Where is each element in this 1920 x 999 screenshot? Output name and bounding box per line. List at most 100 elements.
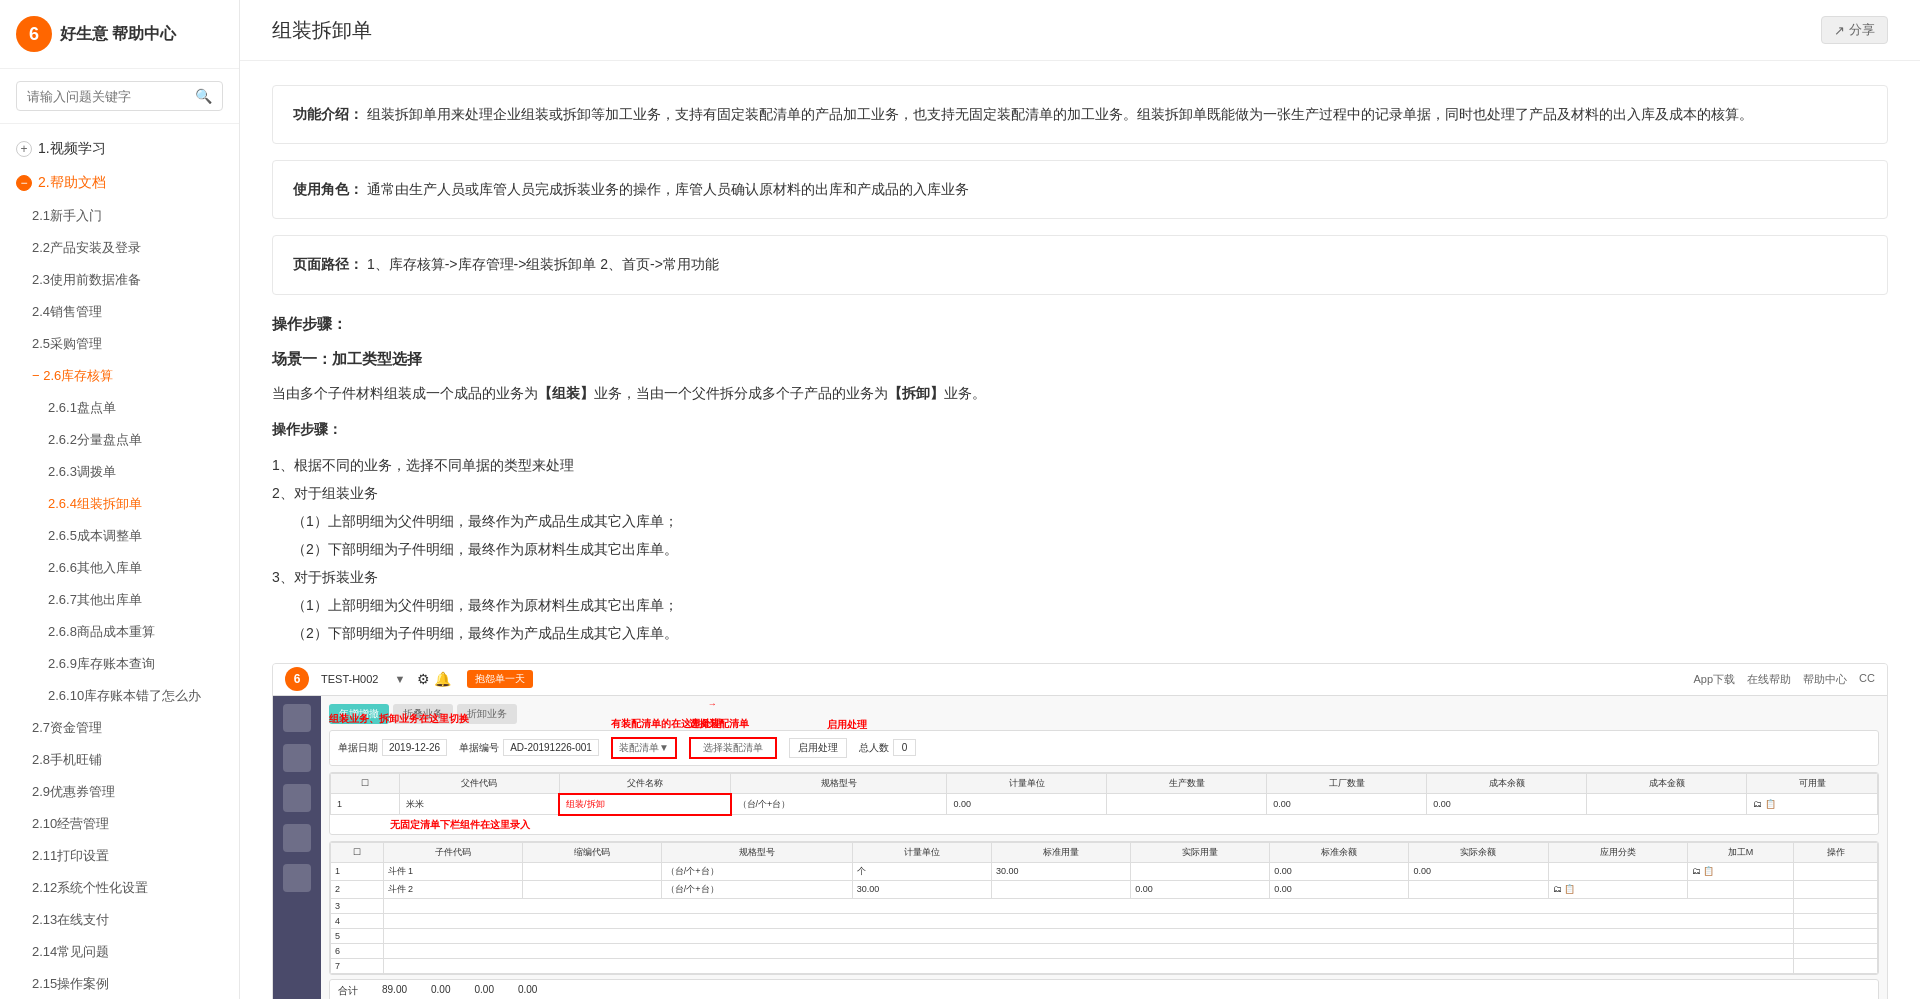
sidebar-item-2-8[interactable]: 2.8手机旺铺 (32, 744, 239, 776)
table-row: 6 (331, 943, 1878, 958)
sidebar-item-2-6-9[interactable]: 2.6.9库存账本查询 (48, 648, 239, 680)
sidebar-item-2-6[interactable]: − 2.6库存核算 (32, 360, 239, 392)
sidebar-item-2-2[interactable]: 2.2产品安装及登录 (32, 232, 239, 264)
mock-btn[interactable]: 抱怨单一天 (467, 670, 533, 688)
sidebar-item-2-3[interactable]: 2.3使用前数据准备 (32, 264, 239, 296)
sidebar-item-docs-label: 2.帮助文档 (38, 174, 106, 192)
sidebar-item-2-13[interactable]: 2.13在线支付 (32, 904, 239, 936)
mock-bom-select[interactable]: 选择装配清单 (689, 737, 777, 759)
annotation-type-label: 组装业务、拆卸业务在这里切换 (329, 712, 469, 726)
step-3-sub: （1）上部明细为父件明细，最终作为原材料生成其它出库单； （2）下部明细为子件明… (272, 591, 1888, 647)
footer-val1: 89.00 (382, 984, 407, 998)
role-section: 使用角色： 通常由生产人员或库管人员完成拆装业务的操作，库管人员确认原材料的出库… (272, 160, 1888, 219)
search-icon[interactable]: 🔍 (195, 88, 212, 104)
sidebar-item-2-5[interactable]: 2.5采购管理 (32, 328, 239, 360)
sidebar-item-2-15[interactable]: 2.15操作案例 (32, 968, 239, 999)
mock-tabs-row: 年增增撤 折叠业务 折卸业务 (329, 704, 1879, 724)
mock-sidebar-icon-4 (283, 824, 311, 852)
sidebar-item-2-6-4[interactable]: 2.6.4组装拆卸单 (48, 488, 239, 520)
role-text: 通常由生产人员或库管人员完成拆装业务的操作，库管人员确认原材料的出库和产成品的入… (367, 181, 969, 197)
mock-top-bar: 6 TEST-H002 ▼ ⚙ 🔔 抱怨单一天 App下载 在线帮助 帮助中心 … (273, 664, 1887, 696)
footer-label: 合计 (338, 984, 358, 998)
sidebar-item-2-1[interactable]: 2.1新手入门 (32, 200, 239, 232)
intro-label: 功能介绍： (293, 106, 363, 122)
mock-icons: ⚙ 🔔 (417, 671, 451, 687)
annotation-sub-label: 无固定清单下栏组件在这里录入 (330, 816, 1878, 834)
date-value[interactable]: 2019-12-26 (382, 739, 447, 756)
sidebar-item-2-12[interactable]: 2.12系统个性化设置 (32, 872, 239, 904)
table-row: 5 (331, 928, 1878, 943)
table-row: 3 (331, 898, 1878, 913)
th-cost-amt: 成本金额 (1587, 773, 1747, 794)
sidebar: 6 好生意 帮助中心 🔍 + 1.视频学习 − 2.帮助文档 2.1新手入门 2… (0, 0, 240, 999)
step-3-2: （2）下部明细为子件明细，最终作为产成品生成其它入库单。 (292, 619, 1888, 647)
mock-upper-table: ☐ 父件代码 父件名称 规格型号 计量单位 生产数量 工厂数量 成本余额 成本金 (329, 772, 1879, 835)
mock-date-field: 单据日期 2019-12-26 (338, 739, 447, 756)
share-button[interactable]: ↗ 分享 (1821, 16, 1888, 44)
mock-footer: 合计 89.00 0.00 0.00 0.00 (329, 979, 1879, 999)
annotation-select-label: 选择装配清单 (689, 717, 749, 731)
sidebar-item-2-4[interactable]: 2.4销售管理 (32, 296, 239, 328)
sidebar-item-2-6-6[interactable]: 2.6.6其他入库单 (48, 552, 239, 584)
parent-table: ☐ 父件代码 父件名称 规格型号 计量单位 生产数量 工厂数量 成本余额 成本金 (330, 773, 1878, 816)
footer-val3: 0.00 (475, 984, 494, 998)
step-2-2: （2）下部明细为子件明细，最终作为原材料生成其它出库单。 (292, 535, 1888, 563)
label-2-3: 2.3使用前数据准备 (32, 272, 141, 287)
path-text: 1、库存核算->库存管理->组装拆卸单 2、首页->常用功能 (367, 256, 719, 272)
th-cost-balance: 成本余额 (1427, 773, 1587, 794)
mock-main-area: 年增增撤 折叠业务 折卸业务 组装业务、拆卸业务在这里切换 (321, 696, 1887, 999)
search-input[interactable] (27, 89, 195, 104)
mock-sidebar-icon-3 (283, 784, 311, 812)
table-row: 1 米米 组装/拆卸 （台/个+台） 0.00 0.00 (331, 794, 1878, 815)
th-checkbox: ☐ (331, 773, 400, 794)
table-row: 7 (331, 958, 1878, 973)
main-content: 组装拆卸单 ↗ 分享 功能介绍： 组装拆卸单用来处理企业组装或拆卸等加工业务，支… (240, 0, 1920, 999)
mock-enable-btn[interactable]: 启用处理 (789, 738, 847, 758)
mock-sidebar-icon-1 (283, 704, 311, 732)
label-2-6: 2.6库存核算 (43, 368, 113, 383)
mock-sidebar (273, 696, 321, 999)
label-2-2: 2.2产品安装及登录 (32, 240, 141, 255)
sidebar-item-2-10[interactable]: 2.10经营管理 (32, 808, 239, 840)
num-value[interactable]: AD-20191226-001 (503, 739, 599, 756)
mock-form-fields: 单据日期 2019-12-26 单据编号 AD-20191226-001 装配清… (329, 730, 1879, 766)
sidebar-item-video[interactable]: + 1.视频学习 (0, 132, 239, 166)
share-label: 分享 (1849, 21, 1875, 39)
label-2-5: 2.5采购管理 (32, 336, 102, 351)
sidebar-item-2-11[interactable]: 2.11打印设置 (32, 840, 239, 872)
logo-area: 6 好生意 帮助中心 (0, 0, 239, 69)
sidebar-item-2-6-2[interactable]: 2.6.2分量盘点单 (48, 424, 239, 456)
sidebar-item-2-6-8[interactable]: 2.6.8商品成本重算 (48, 616, 239, 648)
child-table-header: ☐ 子件代码 缩编代码 规格型号 计量单位 标准用量 实际用量 标准余额 实际余 (331, 842, 1878, 862)
th-qty: 生产数量 (1107, 773, 1267, 794)
sidebar-item-2-6-7[interactable]: 2.6.7其他出库单 (48, 584, 239, 616)
path-section: 页面路径： 1、库存核算->库存管理->组装拆卸单 2、首页->常用功能 (272, 235, 1888, 294)
step-2: 2、对于组装业务 (272, 479, 1888, 507)
scenario1-title: 场景一：加工类型选择 (272, 350, 1888, 369)
sidebar-item-2-6-10[interactable]: 2.6.10库存账本错了怎么办 (48, 680, 239, 712)
parent-table-body: 1 米米 组装/拆卸 （台/个+台） 0.00 0.00 (331, 794, 1878, 815)
num-count-value[interactable]: 0 (893, 739, 917, 756)
intro-section: 功能介绍： 组装拆卸单用来处理企业组装或拆卸等加工业务，支持有固定装配清单的产品… (272, 85, 1888, 144)
mock-logo: 6 (285, 667, 309, 691)
submenu-2-6: 2.6.1盘点单 2.6.2分量盘点单 2.6.3调拨单 2.6.4组装拆卸单 … (32, 392, 239, 712)
th-factory-qty: 工厂数量 (1267, 773, 1427, 794)
content-area: 功能介绍： 组装拆卸单用来处理企业组装或拆卸等加工业务，支持有固定装配清单的产品… (240, 61, 1920, 999)
page-header: 组装拆卸单 ↗ 分享 (240, 0, 1920, 61)
step-3-1: （1）上部明细为父件明细，最终作为原材料生成其它出库单； (292, 591, 1888, 619)
sidebar-item-2-6-3[interactable]: 2.6.3调拨单 (48, 456, 239, 488)
sidebar-item-2-14[interactable]: 2.14常见问题 (32, 936, 239, 968)
mock-num-field: 单据编号 AD-20191226-001 (459, 739, 599, 756)
th-parent-name: 父件名称 (559, 773, 730, 794)
sidebar-item-2-6-1[interactable]: 2.6.1盘点单 (48, 392, 239, 424)
sidebar-item-2-7[interactable]: 2.7资金管理 (32, 712, 239, 744)
sidebar-item-2-6-5[interactable]: 2.6.5成本调整单 (48, 520, 239, 552)
mock-bom-dropdown[interactable]: 装配清单▼ (611, 737, 677, 759)
mock-test-code: TEST-H002 (321, 673, 378, 685)
search-box[interactable]: 🔍 (16, 81, 223, 111)
label-2-1: 2.1新手入门 (32, 208, 102, 223)
sidebar-item-docs[interactable]: − 2.帮助文档 (0, 166, 239, 200)
table-row: 2 斗件 2 （台/个+台） 30.00 0.00 0.00 (331, 880, 1878, 898)
th-unit: 计量单位 (947, 773, 1107, 794)
sidebar-item-2-9[interactable]: 2.9优惠券管理 (32, 776, 239, 808)
